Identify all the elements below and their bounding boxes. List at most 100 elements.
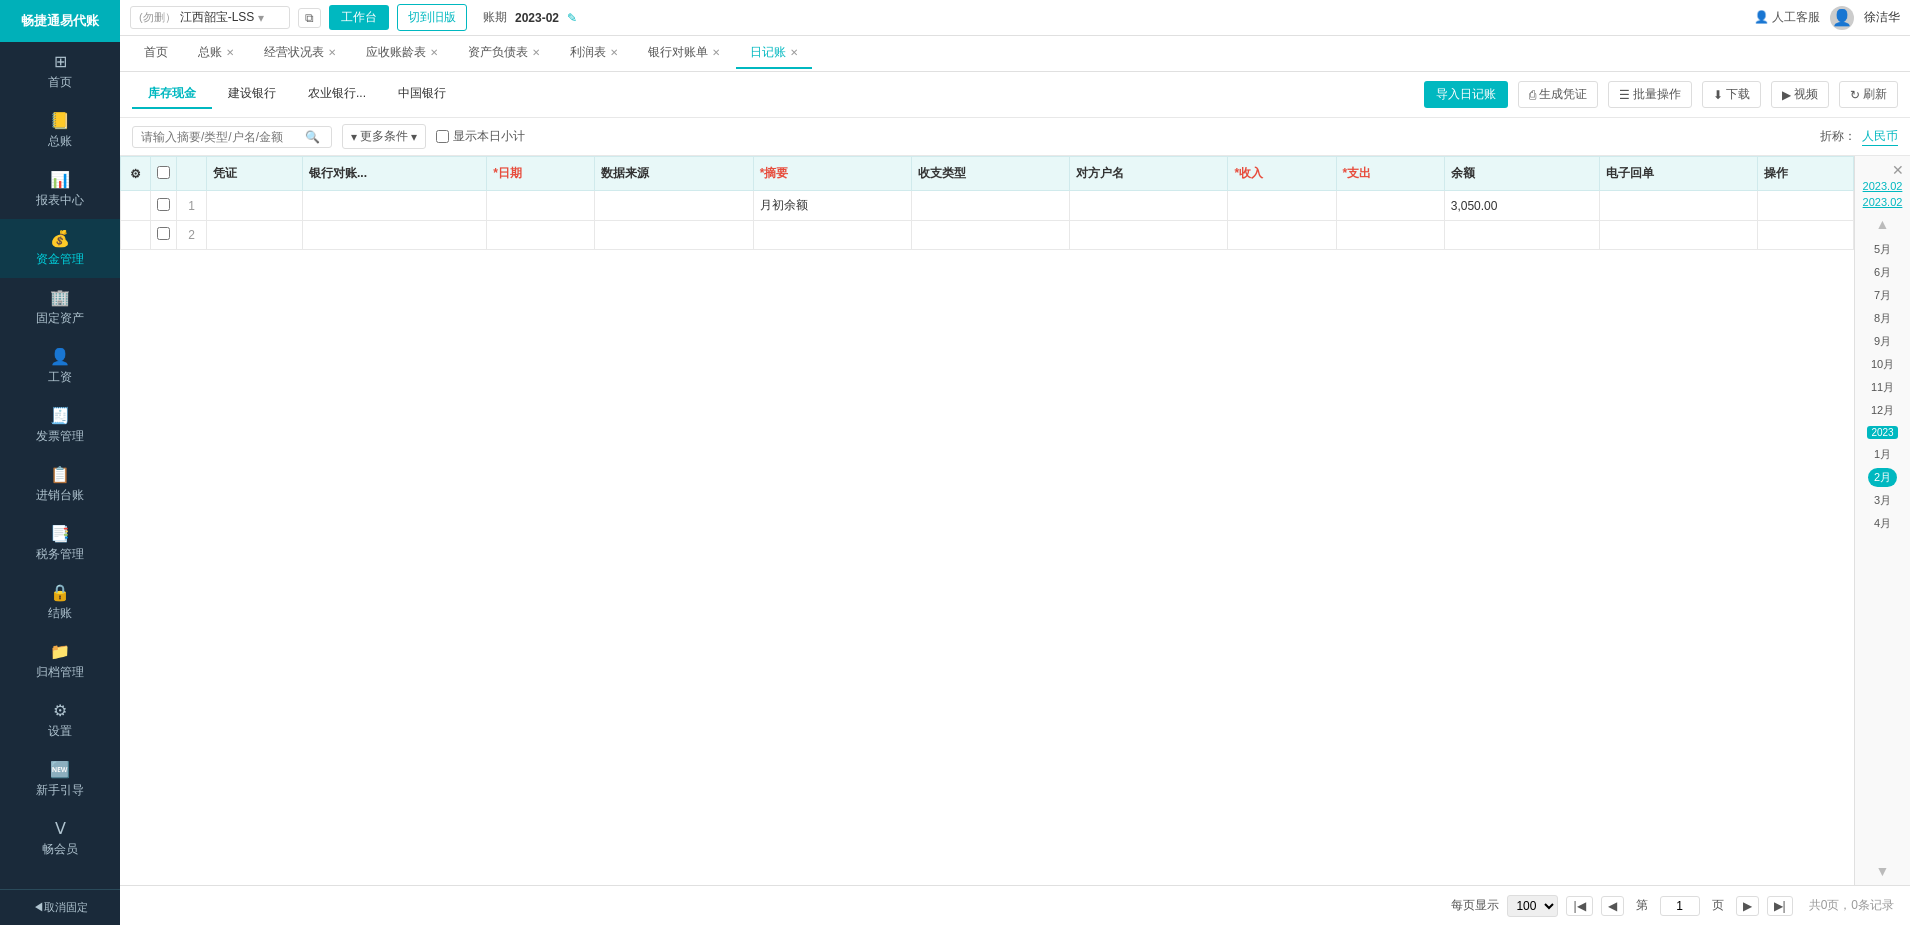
username[interactable]: 徐洁华 <box>1864 9 1900 26</box>
sidebar-item-ledger[interactable]: 📒 总账 <box>0 101 120 160</box>
tab-journal[interactable]: 日记账 ✕ <box>736 38 812 69</box>
tab-profit-close[interactable]: ✕ <box>610 47 618 58</box>
currency-value[interactable]: 人民币 <box>1862 128 1898 146</box>
video-btn[interactable]: ▶ 视频 <box>1771 81 1829 108</box>
per-page-select[interactable]: 50 100 200 <box>1507 895 1558 917</box>
sidebar-item-fixed[interactable]: 🏢 固定资产 <box>0 278 120 337</box>
tab-status-close[interactable]: ✕ <box>328 47 336 58</box>
tab-assets[interactable]: 资产负债表 ✕ <box>454 38 554 69</box>
tab-status[interactable]: 经营状况表 ✕ <box>250 38 350 69</box>
date-label-top2[interactable]: 2023.02 <box>1859 194 1907 210</box>
row1-bank-match <box>303 191 487 221</box>
month-3[interactable]: 3月 <box>1855 489 1910 512</box>
bank-tab-cash[interactable]: 库存现金 <box>132 80 212 109</box>
bank-tab-ccb[interactable]: 建设银行 <box>212 80 292 109</box>
refresh-btn[interactable]: ↻ 刷新 <box>1839 81 1898 108</box>
total-info: 共0页，0条记录 <box>1809 897 1894 914</box>
month-4[interactable]: 4月 <box>1855 512 1910 535</box>
month-5[interactable]: 5月 <box>1855 238 1910 261</box>
sidebar-item-finance[interactable]: 💰 资金管理 <box>0 219 120 278</box>
copy-company-btn[interactable]: ⧉ <box>298 8 321 28</box>
sidebar-item-home[interactable]: ⊞ 首页 <box>0 42 120 101</box>
tab-bank-statement[interactable]: 银行对账单 ✕ <box>634 38 734 69</box>
arrow-down-icon[interactable]: ▼ <box>1873 860 1893 882</box>
prev-page-btn[interactable]: ◀ <box>1601 896 1624 916</box>
search-input[interactable] <box>141 130 301 144</box>
month-9[interactable]: 9月 <box>1855 330 1910 353</box>
search-box[interactable]: 🔍 <box>132 126 332 148</box>
month-10[interactable]: 10月 <box>1855 353 1910 376</box>
sidebar-item-close[interactable]: 🔒 结账 <box>0 573 120 632</box>
sidebar-item-tax[interactable]: 📑 税务管理 <box>0 514 120 573</box>
company-selector[interactable]: (勿删） 江西韶宝-LSS ▾ <box>130 6 290 29</box>
generate-voucher-icon: ⎙ <box>1529 88 1536 102</box>
row2-expense <box>1336 221 1444 250</box>
company-tag: (勿删） <box>139 10 176 25</box>
month-8[interactable]: 8月 <box>1855 307 1910 330</box>
workspace-button[interactable]: 工作台 <box>329 5 389 30</box>
download-btn[interactable]: ⬇ 下载 <box>1702 81 1761 108</box>
more-filter-btn[interactable]: ▾ 更多条件 ▾ <box>342 124 426 149</box>
row1-check[interactable] <box>151 191 177 221</box>
tab-home[interactable]: 首页 <box>130 38 182 69</box>
sidebar-item-invoice[interactable]: 🧾 发票管理 <box>0 396 120 455</box>
sidebar-item-settings[interactable]: ⚙ 设置 <box>0 691 120 750</box>
col-counterpart: 对方户名 <box>1070 157 1228 191</box>
user-service[interactable]: 👤 人工客服 <box>1754 9 1820 26</box>
date-label-top[interactable]: 2023.02 <box>1859 178 1907 194</box>
arrow-up-icon[interactable]: ▲ <box>1873 213 1893 235</box>
col-settings[interactable]: ⚙ <box>121 157 151 191</box>
sidebar-item-member[interactable]: Ⅴ 畅会员 <box>0 809 120 868</box>
month-1[interactable]: 1月 <box>1855 443 1910 466</box>
month-11[interactable]: 11月 <box>1855 376 1910 399</box>
show-daily-input[interactable] <box>436 130 449 143</box>
month-7[interactable]: 7月 <box>1855 284 1910 307</box>
tab-profit[interactable]: 利润表 ✕ <box>556 38 632 69</box>
sidebar-item-archive[interactable]: 📁 归档管理 <box>0 632 120 691</box>
month-2-active[interactable]: 2月 <box>1868 468 1897 487</box>
close-panel-btn[interactable]: ✕ <box>1855 156 1910 178</box>
import-journal-btn[interactable]: 导入日记账 <box>1424 81 1508 108</box>
sidebar-item-report[interactable]: 📊 报表中心 <box>0 160 120 219</box>
tab-ledger-close[interactable]: ✕ <box>226 47 234 58</box>
row2-num: 2 <box>177 221 207 250</box>
filter-icon: ▾ <box>351 130 357 144</box>
back-old-btn[interactable]: 切到旧版 <box>397 4 467 31</box>
period-edit-icon[interactable]: ✎ <box>567 11 577 25</box>
row2-check[interactable] <box>151 221 177 250</box>
batch-op-btn[interactable]: ☰ 批量操作 <box>1608 81 1692 108</box>
col-check[interactable] <box>151 157 177 191</box>
sidebar-item-guide[interactable]: 🆕 新手引导 <box>0 750 120 809</box>
sidebar-item-salary[interactable]: 👤 工资 <box>0 337 120 396</box>
search-icon: 🔍 <box>305 130 320 144</box>
month-6[interactable]: 6月 <box>1855 261 1910 284</box>
tab-bank-statement-close[interactable]: ✕ <box>712 47 720 58</box>
bank-tab-abc[interactable]: 农业银行... <box>292 80 382 109</box>
row2-checkbox[interactable] <box>157 227 170 240</box>
last-page-btn[interactable]: ▶| <box>1767 896 1793 916</box>
bank-tab-boc[interactable]: 中国银行 <box>382 80 462 109</box>
next-page-btn[interactable]: ▶ <box>1736 896 1759 916</box>
generate-voucher-btn[interactable]: ⎙ 生成凭证 <box>1518 81 1598 108</box>
page-input[interactable] <box>1660 896 1700 916</box>
month-12[interactable]: 12月 <box>1855 399 1910 422</box>
select-all-checkbox[interactable] <box>157 166 170 179</box>
tab-journal-close[interactable]: ✕ <box>790 47 798 58</box>
sidebar-item-purchase[interactable]: 📋 进销台账 <box>0 455 120 514</box>
month-2-wrapper[interactable]: 2月 <box>1855 466 1910 489</box>
tab-receivable-close[interactable]: ✕ <box>430 47 438 58</box>
row2-payment-type <box>911 221 1069 250</box>
table-header-row: ⚙ 凭证 银行对账... *日期 数据来源 *摘要 收支类型 对方户名 <box>121 157 1854 191</box>
tab-ledger[interactable]: 总账 ✕ <box>184 38 248 69</box>
tab-assets-close[interactable]: ✕ <box>532 47 540 58</box>
date-picker-panel: ✕ 2023.02 2023.02 ▲ 5月 6月 7月 8月 9月 10月 1… <box>1854 156 1910 885</box>
member-icon: Ⅴ <box>55 819 66 838</box>
currency-label: 折称： <box>1820 128 1856 145</box>
first-page-btn[interactable]: |◀ <box>1566 896 1592 916</box>
video-icon: ▶ <box>1782 88 1791 102</box>
row1-checkbox[interactable] <box>157 198 170 211</box>
show-daily-checkbox[interactable]: 显示本日小计 <box>436 128 525 145</box>
content-area: 库存现金 建设银行 农业银行... 中国银行 导入日记账 ⎙ 生成凭证 ☰ 批量… <box>120 72 1910 925</box>
unpin-sidebar-btn[interactable]: ◀取消固定 <box>0 889 120 925</box>
tab-receivable[interactable]: 应收账龄表 ✕ <box>352 38 452 69</box>
